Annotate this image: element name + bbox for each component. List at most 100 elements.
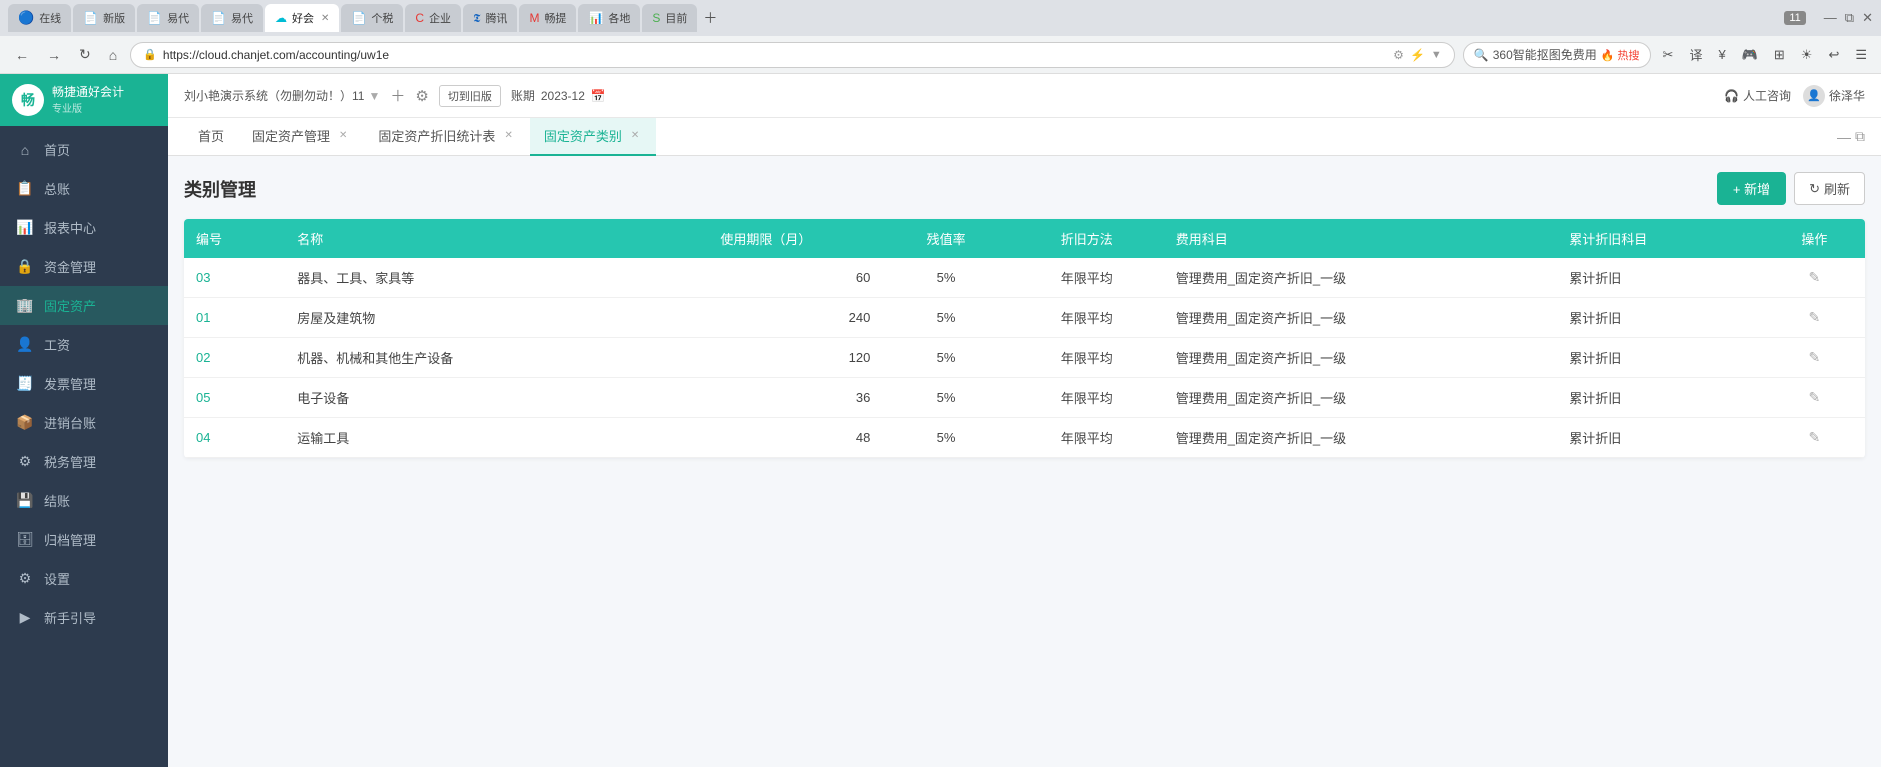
cell-expense: 管理费用_固定资产折旧_一级 (1164, 298, 1558, 338)
maximize-tab-icon[interactable]: ⧉ (1855, 128, 1865, 145)
address-bar-row: ← → ↻ ⌂ 🔒 https://cloud.chanjet.com/acco… (0, 36, 1881, 74)
code-link[interactable]: 04 (196, 430, 210, 445)
sidebar-item-home[interactable]: ⌂ 首页 (0, 130, 168, 169)
sidebar-item-tax[interactable]: ⚙ 税务管理 (0, 442, 168, 481)
support-label: 人工咨询 (1743, 87, 1791, 104)
content-area: 类别管理 + 新增 ↻ 刷新 编号 名称 使用期限（月） 残值率 (168, 156, 1881, 767)
col-residual: 残值率 (882, 219, 1010, 258)
cell-residual: 5% (882, 258, 1010, 298)
menu-icon[interactable]: ☰ (1851, 45, 1871, 65)
browser-tab-yidai2[interactable]: 📄 易代 (201, 4, 263, 32)
browser-tab-qiye[interactable]: C 企业 (405, 4, 461, 32)
browser-tab-tengxun[interactable]: 𝕿 腾讯 (463, 4, 517, 32)
tab-restore-area: — ⧉ (1837, 128, 1865, 145)
browser-tab-gedi[interactable]: 📊 各地 (578, 4, 640, 32)
site-info-icon[interactable]: ⚙ (1393, 48, 1404, 62)
closing-icon: 💾 (16, 492, 34, 509)
back-button[interactable]: ← (10, 45, 34, 65)
sidebar-item-funds[interactable]: 🔒 资金管理 (0, 247, 168, 286)
edit-icon[interactable]: ✎ (1808, 349, 1820, 365)
sidebar-item-archive[interactable]: 🗄 归档管理 (0, 520, 168, 559)
col-acc-dep: 累计折旧科目 (1557, 219, 1763, 258)
tab-fixed-mgmt[interactable]: 固定资产管理 ✕ (238, 118, 364, 156)
tab-close-icon[interactable]: ✕ (321, 13, 329, 24)
sidebar-item-invoices[interactable]: 🧾 发票管理 (0, 364, 168, 403)
tab-home-label: 首页 (198, 126, 224, 145)
minimize-tab-icon[interactable]: — (1837, 129, 1851, 145)
top-right: 🎧 人工咨询 👤 徐泽华 (1724, 85, 1865, 107)
edit-icon[interactable]: ✎ (1808, 269, 1820, 285)
sidebar-item-guide[interactable]: ▶ 新手引导 (0, 598, 168, 637)
sidebar-item-closing[interactable]: 💾 结账 (0, 481, 168, 520)
table-header-row: 编号 名称 使用期限（月） 残值率 折旧方法 费用科目 累计折旧科目 操作 (184, 219, 1865, 258)
col-name: 名称 (285, 219, 649, 258)
cell-residual: 5% (882, 378, 1010, 418)
browser-tab-changtixing[interactable]: M 畅提 (519, 4, 576, 32)
sidebar-item-label: 结账 (44, 491, 70, 510)
dropdown-icon[interactable]: ▼ (1431, 49, 1442, 61)
sidebar-item-general-ledger[interactable]: 📋 总账 (0, 169, 168, 208)
user-avatar-button[interactable]: 👤 徐泽华 (1803, 85, 1865, 107)
calendar-icon[interactable]: 📅 (591, 89, 606, 103)
hot-label: 🔥 热搜 (1601, 47, 1640, 63)
translate-icon[interactable]: 译 (1685, 43, 1706, 66)
home-nav-button[interactable]: ⌂ (104, 45, 122, 65)
refresh-button[interactable]: ↻ 刷新 (1794, 172, 1865, 205)
cell-action: ✎ (1764, 298, 1865, 338)
add-period-icon[interactable]: ＋ (390, 85, 405, 106)
minimize-button[interactable]: — (1824, 10, 1837, 26)
browser-tab-haokuai[interactable]: ☁ 好会 ✕ (265, 4, 339, 32)
tab-fixed-cat-label: 固定资产类别 (544, 126, 622, 145)
browser-tab-yidai1[interactable]: 📄 易代 (137, 4, 199, 32)
game-icon[interactable]: 🎮 (1738, 45, 1762, 65)
user-dropdown-icon[interactable]: ▼ (368, 89, 380, 103)
settings-period-icon[interactable]: ⚙ (415, 87, 428, 105)
browser-tab-muqian[interactable]: S 目前 (642, 4, 697, 32)
switch-version-button[interactable]: 切到旧版 (439, 85, 501, 107)
edit-icon[interactable]: ✎ (1808, 429, 1820, 445)
cell-period: 48 (650, 418, 883, 458)
tab-fixed-dep[interactable]: 固定资产折旧统计表 ✕ (364, 118, 529, 156)
search-bar[interactable]: 🔍 360智能抠图免费用 🔥 热搜 (1463, 42, 1651, 68)
cell-acc-dep: 累计折旧 (1557, 418, 1763, 458)
coin-icon[interactable]: ¥ (1714, 45, 1729, 64)
restore-button[interactable]: ⧉ (1845, 10, 1854, 26)
address-bar[interactable]: 🔒 https://cloud.chanjet.com/accounting/u… (130, 42, 1455, 68)
logo-text-block: 畅捷通好会计 专业版 (52, 85, 124, 116)
close-button[interactable]: ✕ (1862, 10, 1873, 26)
sidebar-item-fixed-assets[interactable]: 🏢 固定资产 (0, 286, 168, 325)
grid-icon[interactable]: ⊞ (1770, 45, 1789, 65)
code-link[interactable]: 03 (196, 270, 210, 285)
browser-tab-new[interactable]: 📄 新版 (73, 4, 135, 32)
tab-fixed-dep-close[interactable]: ✕ (501, 129, 515, 142)
add-tab-button[interactable]: ＋ (703, 8, 717, 28)
tab-home[interactable]: 首页 (184, 118, 238, 156)
tab-fixed-mgmt-close[interactable]: ✕ (336, 129, 350, 142)
cell-residual: 5% (882, 418, 1010, 458)
undo-icon[interactable]: ↩ (1824, 45, 1843, 65)
sidebar-item-settings[interactable]: ⚙ 设置 (0, 559, 168, 598)
cell-acc-dep: 累计折旧 (1557, 258, 1763, 298)
avatar-name: 徐泽华 (1829, 87, 1865, 104)
sidebar-item-label: 资金管理 (44, 257, 96, 276)
code-link[interactable]: 05 (196, 390, 210, 405)
ledger-icon: 📋 (16, 180, 34, 197)
category-table: 编号 名称 使用期限（月） 残值率 折旧方法 费用科目 累计折旧科目 操作 03… (184, 219, 1865, 458)
scissors-icon[interactable]: ✂ (1659, 45, 1678, 65)
sidebar-item-inventory[interactable]: 📦 进销台账 (0, 403, 168, 442)
sidebar-item-reports[interactable]: 📊 报表中心 (0, 208, 168, 247)
forward-button[interactable]: → (42, 45, 66, 65)
code-link[interactable]: 01 (196, 310, 210, 325)
edit-icon[interactable]: ✎ (1808, 389, 1820, 405)
tab-fixed-cat[interactable]: 固定资产类别 ✕ (530, 118, 656, 156)
browser-tab-geshui[interactable]: 📄 个税 (341, 4, 403, 32)
browser-tab-online[interactable]: 🔵 在线 (8, 4, 71, 32)
edit-icon[interactable]: ✎ (1808, 309, 1820, 325)
reload-button[interactable]: ↻ (74, 44, 96, 65)
add-button[interactable]: + 新增 (1717, 172, 1786, 205)
sidebar-item-payroll[interactable]: 👤 工资 (0, 325, 168, 364)
sun-icon[interactable]: ☀ (1797, 45, 1817, 65)
tab-fixed-cat-close[interactable]: ✕ (628, 129, 642, 142)
support-button[interactable]: 🎧 人工咨询 (1724, 87, 1791, 104)
code-link[interactable]: 02 (196, 350, 210, 365)
